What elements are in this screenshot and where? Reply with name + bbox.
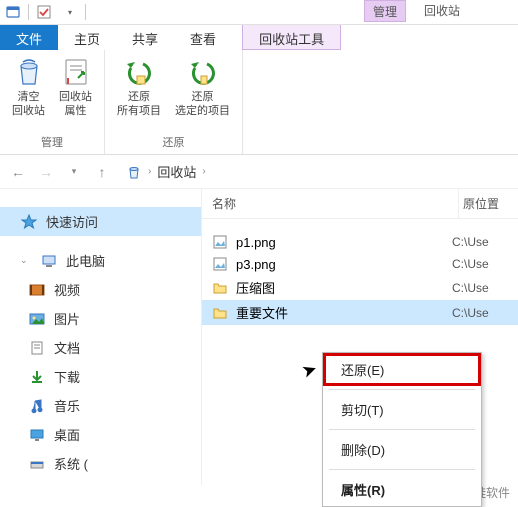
file-location: C:\Use	[452, 306, 508, 320]
sidebar-label: 视频	[54, 280, 80, 299]
tab-recycle-title[interactable]: 回收站	[406, 0, 478, 22]
menu-separator	[329, 429, 475, 430]
file-name: p1.png	[236, 235, 444, 250]
breadcrumb[interactable]: › 回收站 ›	[126, 162, 206, 181]
pictures-icon	[28, 310, 46, 328]
image-file-icon	[212, 256, 228, 272]
column-headers: 名称 原位置	[202, 189, 518, 219]
menu-separator	[329, 389, 475, 390]
image-file-icon	[212, 234, 228, 250]
address-bar: ← → ▾ ↑ › 回收站 ›	[0, 155, 518, 189]
star-icon	[20, 213, 38, 231]
empty-bin-label: 清空 回收站	[12, 90, 45, 119]
sidebar-item-music[interactable]: 音乐	[0, 391, 201, 420]
restore-sel-label: 还原 选定的项目	[175, 90, 230, 119]
menu-separator	[329, 469, 475, 470]
videos-icon	[28, 281, 46, 299]
music-icon	[28, 397, 46, 415]
tab-file[interactable]: 文件	[0, 25, 58, 50]
file-name: 重要文件	[236, 303, 444, 322]
folder-icon	[212, 305, 228, 321]
chevron-right-icon: ›	[148, 166, 151, 177]
check-icon[interactable]	[35, 3, 53, 21]
file-name: 压缩图	[236, 278, 444, 297]
downloads-icon	[28, 368, 46, 386]
restore-all-button[interactable]: 还原 所有项目	[113, 54, 165, 132]
tab-share[interactable]: 共享	[116, 25, 174, 50]
file-row[interactable]: p3.png C:\Use	[202, 253, 518, 275]
chevron-down-icon[interactable]: ⌄	[20, 255, 30, 266]
ctx-delete[interactable]: 删除(D)	[323, 433, 481, 466]
tab-recycle-tools[interactable]: 回收站工具	[242, 25, 341, 50]
ctx-properties[interactable]: 属性(R)	[323, 473, 481, 506]
tab-manage[interactable]: 管理	[364, 0, 406, 22]
nav-sidebar: 快速访问 ⌄ 此电脑 视频 图片 文档 下载 音乐 桌面	[0, 189, 202, 485]
up-button[interactable]: ↑	[90, 160, 114, 184]
sidebar-label: 此电脑	[66, 251, 105, 270]
sidebar-item-system-drive[interactable]: 系统 (	[0, 449, 201, 478]
ctx-cut[interactable]: 剪切(T)	[323, 393, 481, 426]
context-tab-strip: 管理 回收站	[364, 0, 478, 25]
sidebar-label: 音乐	[54, 396, 80, 415]
folder-icon	[212, 280, 228, 296]
ribbon-group-manage: 清空 回收站 回收站 属性 管理	[0, 50, 105, 154]
ctx-restore[interactable]: 还原(E)	[323, 353, 481, 386]
restore-all-label: 还原 所有项目	[117, 90, 161, 119]
history-dropdown[interactable]: ▾	[62, 160, 86, 184]
documents-icon	[28, 339, 46, 357]
restore-selected-button[interactable]: 还原 选定的项目	[171, 54, 234, 132]
file-location: C:\Use	[452, 235, 508, 249]
sidebar-label: 系统 (	[54, 454, 88, 473]
ribbon-tabs: 文件 主页 共享 查看 回收站工具	[0, 25, 518, 50]
sidebar-label: 图片	[54, 309, 80, 328]
file-location: C:\Use	[452, 257, 508, 271]
pc-icon	[40, 252, 58, 270]
bin-props-label: 回收站 属性	[59, 90, 92, 119]
breadcrumb-location[interactable]: 回收站	[157, 162, 196, 181]
sidebar-item-this-pc[interactable]: ⌄ 此电脑	[0, 246, 201, 275]
sidebar-label: 桌面	[54, 425, 80, 444]
group-restore-label: 还原	[163, 134, 185, 150]
sidebar-label: 快速访问	[46, 212, 98, 231]
sidebar-label: 下载	[54, 367, 80, 386]
file-name: p3.png	[236, 257, 444, 272]
chevron-right-icon: ›	[202, 166, 205, 177]
tab-home[interactable]: 主页	[58, 25, 116, 50]
sidebar-item-downloads[interactable]: 下载	[0, 362, 201, 391]
file-row[interactable]: 压缩图 C:\Use	[202, 275, 518, 300]
empty-bin-button[interactable]: 清空 回收站	[8, 54, 49, 132]
ribbon-group-restore: 还原 所有项目 还原 选定的项目 还原	[105, 50, 243, 154]
dropdown-icon[interactable]: ▾	[61, 3, 79, 21]
sidebar-label: 文档	[54, 338, 80, 357]
tab-view[interactable]: 查看	[174, 25, 232, 50]
recycle-bin-icon	[126, 164, 142, 180]
drive-icon	[28, 455, 46, 473]
sidebar-item-quick-access[interactable]: 快速访问	[0, 207, 201, 236]
col-header-origloc[interactable]: 原位置	[458, 189, 518, 218]
file-location: C:\Use	[452, 281, 508, 295]
desktop-icon	[28, 426, 46, 444]
bin-properties-button[interactable]: 回收站 属性	[55, 54, 96, 132]
group-manage-label: 管理	[41, 134, 63, 150]
app-icon	[4, 3, 22, 21]
forward-button[interactable]: →	[34, 160, 58, 184]
sidebar-item-pictures[interactable]: 图片	[0, 304, 201, 333]
sidebar-item-videos[interactable]: 视频	[0, 275, 201, 304]
ribbon: 清空 回收站 回收站 属性 管理 还原 所有项目 还原 选定的项目 还原	[0, 50, 518, 155]
file-row[interactable]: p1.png C:\Use	[202, 231, 518, 253]
back-button[interactable]: ←	[6, 160, 30, 184]
col-header-name[interactable]: 名称	[202, 189, 458, 218]
file-row[interactable]: 重要文件 C:\Use	[202, 300, 518, 325]
sidebar-item-documents[interactable]: 文档	[0, 333, 201, 362]
sidebar-item-desktop[interactable]: 桌面	[0, 420, 201, 449]
context-menu: 还原(E) 剪切(T) 删除(D) 属性(R)	[322, 352, 482, 507]
